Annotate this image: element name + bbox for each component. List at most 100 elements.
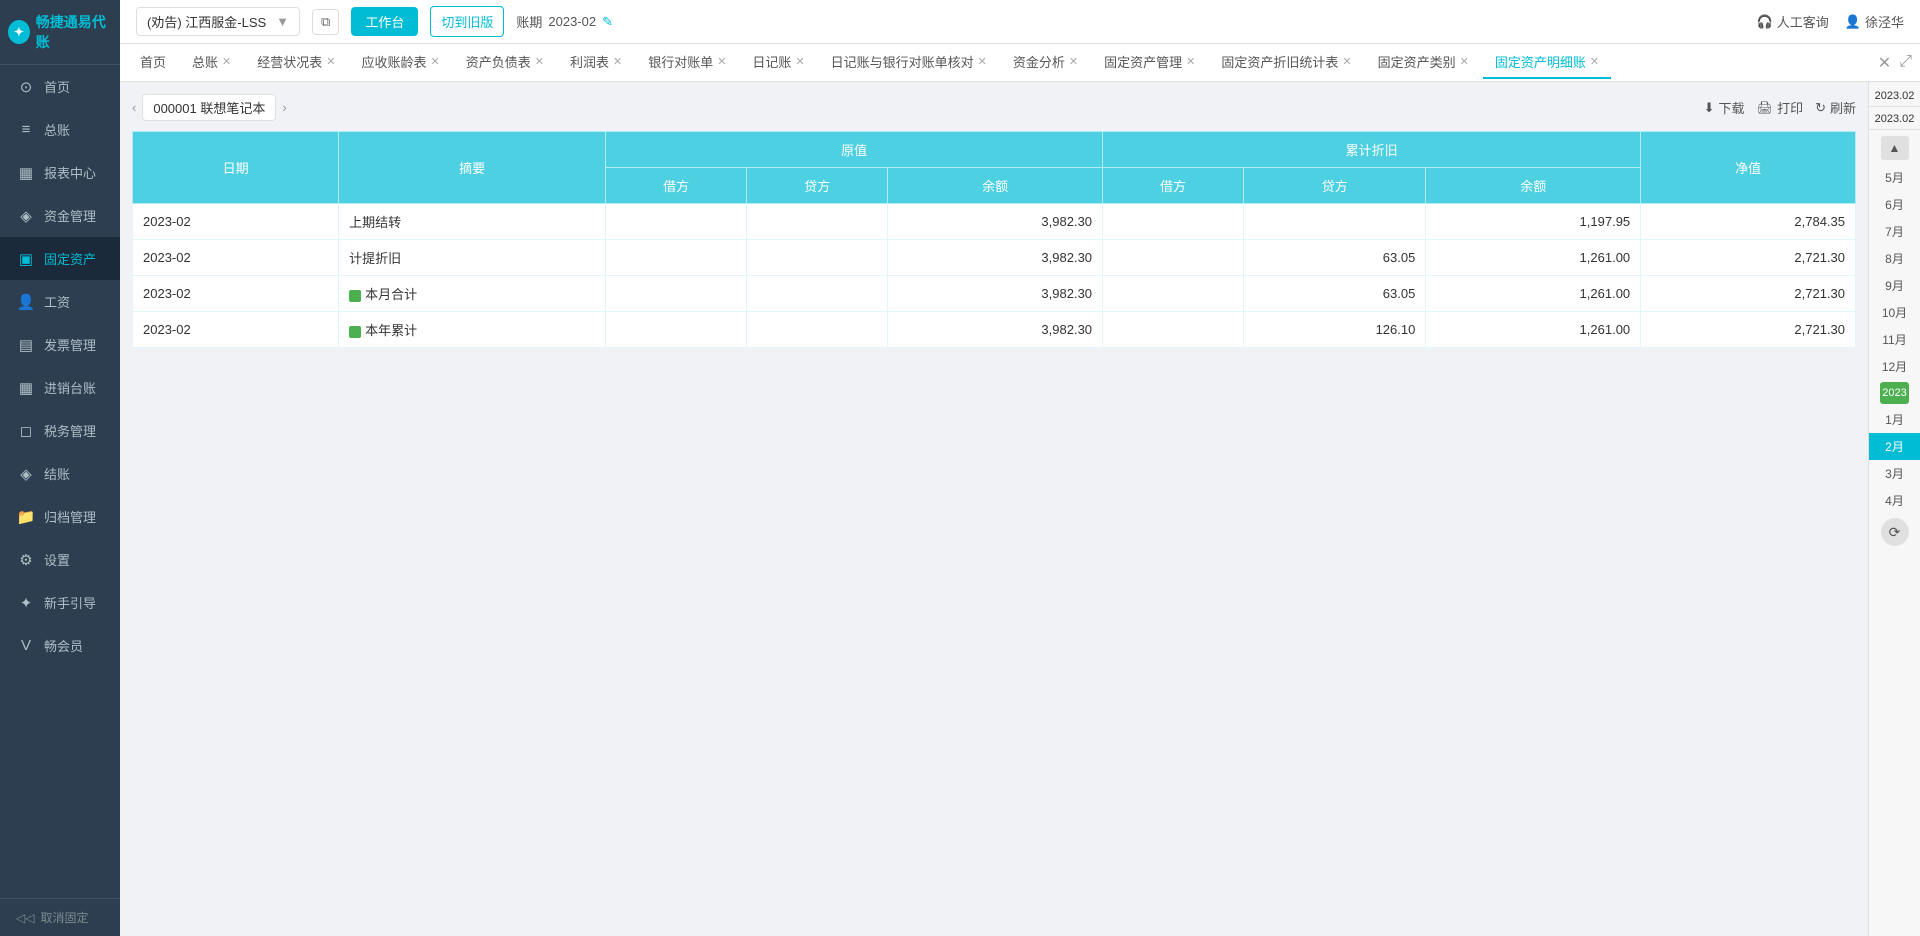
tab-general[interactable]: 总账 ✕ <box>180 46 243 79</box>
tab-fixed-mgmt[interactable]: 固定资产管理 ✕ <box>1092 46 1207 79</box>
tab-fixed-detail[interactable]: 固定资产明细账 ✕ <box>1483 46 1611 79</box>
table-row: 2023-02本年累计3,982.30126.101,261.002,721.3… <box>133 312 1856 348</box>
tab-operation[interactable]: 经营状况表 ✕ <box>245 46 347 79</box>
tab-home[interactable]: 首页 <box>128 46 178 79</box>
tab-fixed-type[interactable]: 固定资产类别 ✕ <box>1366 46 1481 79</box>
timeline-item-2-active[interactable]: 2月 <box>1869 433 1920 460</box>
workbench-button[interactable]: 工作台 <box>351 7 418 36</box>
tab-bank[interactable]: 银行对账单 ✕ <box>636 46 738 79</box>
timeline-item-8[interactable]: 8月 <box>1869 245 1920 272</box>
table-cell-1-2 <box>606 240 747 276</box>
table-cell-1-1: 计提折旧 <box>339 240 606 276</box>
dropdown-arrow-icon: ▼ <box>276 14 289 29</box>
copy-button[interactable]: ⧉ <box>312 9 339 35</box>
col-header-accum-balance: 余额 <box>1426 168 1641 204</box>
refresh-label: 刷新 <box>1830 98 1856 117</box>
col-header-orig-balance: 余额 <box>888 168 1103 204</box>
tab-capital[interactable]: 资金分析 ✕ <box>1001 46 1090 79</box>
unpin-label: 取消固定 <box>40 909 88 926</box>
tab-bank-close[interactable]: ✕ <box>717 55 726 68</box>
edit-period-icon[interactable]: ✎ <box>602 14 613 30</box>
timeline-item-6[interactable]: 6月 <box>1869 191 1920 218</box>
col-header-accum-debit: 借方 <box>1103 168 1244 204</box>
ai-consult-label: 人工客询 <box>1777 12 1829 31</box>
tab-operation-close[interactable]: ✕ <box>326 55 335 68</box>
sidebar-item-vip[interactable]: V 畅会员 <box>0 624 120 667</box>
timeline-scroll-icon[interactable]: ⟳ <box>1881 518 1909 546</box>
app-name: 畅捷通易代账 <box>36 12 112 52</box>
tab-capital-label: 资金分析 <box>1013 52 1065 71</box>
sidebar-item-sales[interactable]: ▦ 进销台账 <box>0 366 120 409</box>
tab-fixed-depre-close[interactable]: ✕ <box>1342 55 1351 68</box>
tab-journal[interactable]: 日记账 ✕ <box>740 46 816 79</box>
tab-fixed-mgmt-close[interactable]: ✕ <box>1186 55 1195 68</box>
timeline-item-9[interactable]: 9月 <box>1869 272 1920 299</box>
sidebar-item-report[interactable]: ▦ 报表中心 <box>0 151 120 194</box>
tab-liability-close[interactable]: ✕ <box>535 55 544 68</box>
tab-profit-close[interactable]: ✕ <box>613 55 622 68</box>
download-button[interactable]: ⬇ 下载 <box>1704 98 1745 117</box>
breadcrumb-back-icon[interactable]: ‹ <box>132 100 136 115</box>
timeline-year-2023: 2023 <box>1880 382 1908 404</box>
timeline-item-5[interactable]: 5月 <box>1869 164 1920 191</box>
sidebar: ✦ 畅捷通易代账 ⊙ 首页 ≡ 总账 ▦ 报表中心 ◈ 资金管理 ▣ 固定资产 … <box>0 0 120 936</box>
sidebar-item-archive[interactable]: 📁 归档管理 <box>0 495 120 538</box>
refresh-button[interactable]: ↻ 刷新 <box>1815 98 1856 117</box>
tab-general-close[interactable]: ✕ <box>222 55 231 68</box>
sidebar-item-settings[interactable]: ⚙ 设置 <box>0 538 120 581</box>
ai-consult-button[interactable]: 🎧 人工客询 <box>1757 12 1829 31</box>
table-row: 2023-02计提折旧3,982.3063.051,261.002,721.30 <box>133 240 1856 276</box>
sidebar-item-invoice[interactable]: ▤ 发票管理 <box>0 323 120 366</box>
sidebar-item-capital[interactable]: ◈ 资金管理 <box>0 194 120 237</box>
table-cell-0-4: 3,982.30 <box>888 204 1103 240</box>
tab-reconcile-close[interactable]: ✕ <box>978 55 987 68</box>
tab-reconcile[interactable]: 日记账与银行对账单核对 ✕ <box>819 46 999 79</box>
timeline-item-11[interactable]: 11月 <box>1869 326 1920 353</box>
tab-liability[interactable]: 资产负债表 ✕ <box>454 46 556 79</box>
timeline-item-12[interactable]: 12月 <box>1869 353 1920 380</box>
timeline-item-4[interactable]: 4月 <box>1869 487 1920 514</box>
tab-journal-label: 日记账 <box>752 52 791 71</box>
tab-profit[interactable]: 利润表 ✕ <box>558 46 634 79</box>
breadcrumb-forward-icon[interactable]: › <box>282 100 286 115</box>
tab-fixed-detail-close[interactable]: ✕ <box>1590 55 1599 68</box>
timeline-item-10[interactable]: 10月 <box>1869 299 1920 326</box>
print-button[interactable]: 🖨 打印 <box>1757 98 1804 117</box>
timeline-item-7[interactable]: 7月 <box>1869 218 1920 245</box>
maximize-icon[interactable]: ⤢ <box>1899 53 1912 73</box>
table-cell-1-8: 2,721.30 <box>1641 240 1856 276</box>
close-all-tabs-icon[interactable]: ✕ <box>1878 53 1891 73</box>
tab-journal-close[interactable]: ✕ <box>795 55 804 68</box>
tab-fixed-type-close[interactable]: ✕ <box>1460 55 1469 68</box>
old-version-button[interactable]: 切到旧版 <box>430 6 504 37</box>
table-cell-3-6: 126.10 <box>1244 312 1426 348</box>
tab-fixed-depre[interactable]: 固定资产折旧统计表 ✕ <box>1209 46 1363 79</box>
table-cell-0-8: 2,784.35 <box>1641 204 1856 240</box>
sidebar-item-fixed[interactable]: ▣ 固定资产 <box>0 237 120 280</box>
breadcrumb-item[interactable]: 000001 联想笔记本 <box>142 94 276 121</box>
timeline-item-1[interactable]: 1月 <box>1869 406 1920 433</box>
tab-capital-close[interactable]: ✕ <box>1069 55 1078 68</box>
fixed-asset-detail-table: 日期 摘要 原值 累计折旧 净值 借方 贷方 余额 借方 贷方 余额 <box>132 131 1856 348</box>
sidebar-item-home[interactable]: ⊙ 首页 <box>0 65 120 108</box>
timeline-item-3[interactable]: 3月 <box>1869 460 1920 487</box>
main-content: (劝告) 江西服金-LSS ▼ ⧉ 工作台 切到旧版 账期 2023-02 ✎ … <box>120 0 1920 936</box>
table-cell-2-4: 3,982.30 <box>888 276 1103 312</box>
sidebar-item-general[interactable]: ≡ 总账 <box>0 108 120 151</box>
company-label: (劝告) 江西服金-LSS <box>147 12 266 31</box>
timeline-up-button[interactable]: ▲ <box>1881 136 1909 160</box>
sidebar-item-guide[interactable]: ✦ 新手引导 <box>0 581 120 624</box>
table-row: 2023-02上期结转3,982.301,197.952,784.35 <box>133 204 1856 240</box>
unpin-button[interactable]: ◁◁ 取消固定 <box>0 898 120 936</box>
col-header-orig-debit: 借方 <box>606 168 747 204</box>
sidebar-item-tax[interactable]: ◻ 税务管理 <box>0 409 120 452</box>
sidebar-item-payroll[interactable]: 👤 工资 <box>0 280 120 323</box>
tab-receivable[interactable]: 应收账龄表 ✕ <box>349 46 451 79</box>
sidebar-item-label: 首页 <box>44 77 70 96</box>
user-menu[interactable]: 👤 徐泾华 <box>1845 12 1904 31</box>
tab-receivable-close[interactable]: ✕ <box>431 55 440 68</box>
company-selector[interactable]: (劝告) 江西服金-LSS ▼ <box>136 7 300 36</box>
tab-fixed-detail-label: 固定资产明细账 <box>1495 52 1586 71</box>
sidebar-item-settle[interactable]: ◈ 结账 <box>0 452 120 495</box>
period-info: 账期 2023-02 ✎ <box>516 12 613 31</box>
